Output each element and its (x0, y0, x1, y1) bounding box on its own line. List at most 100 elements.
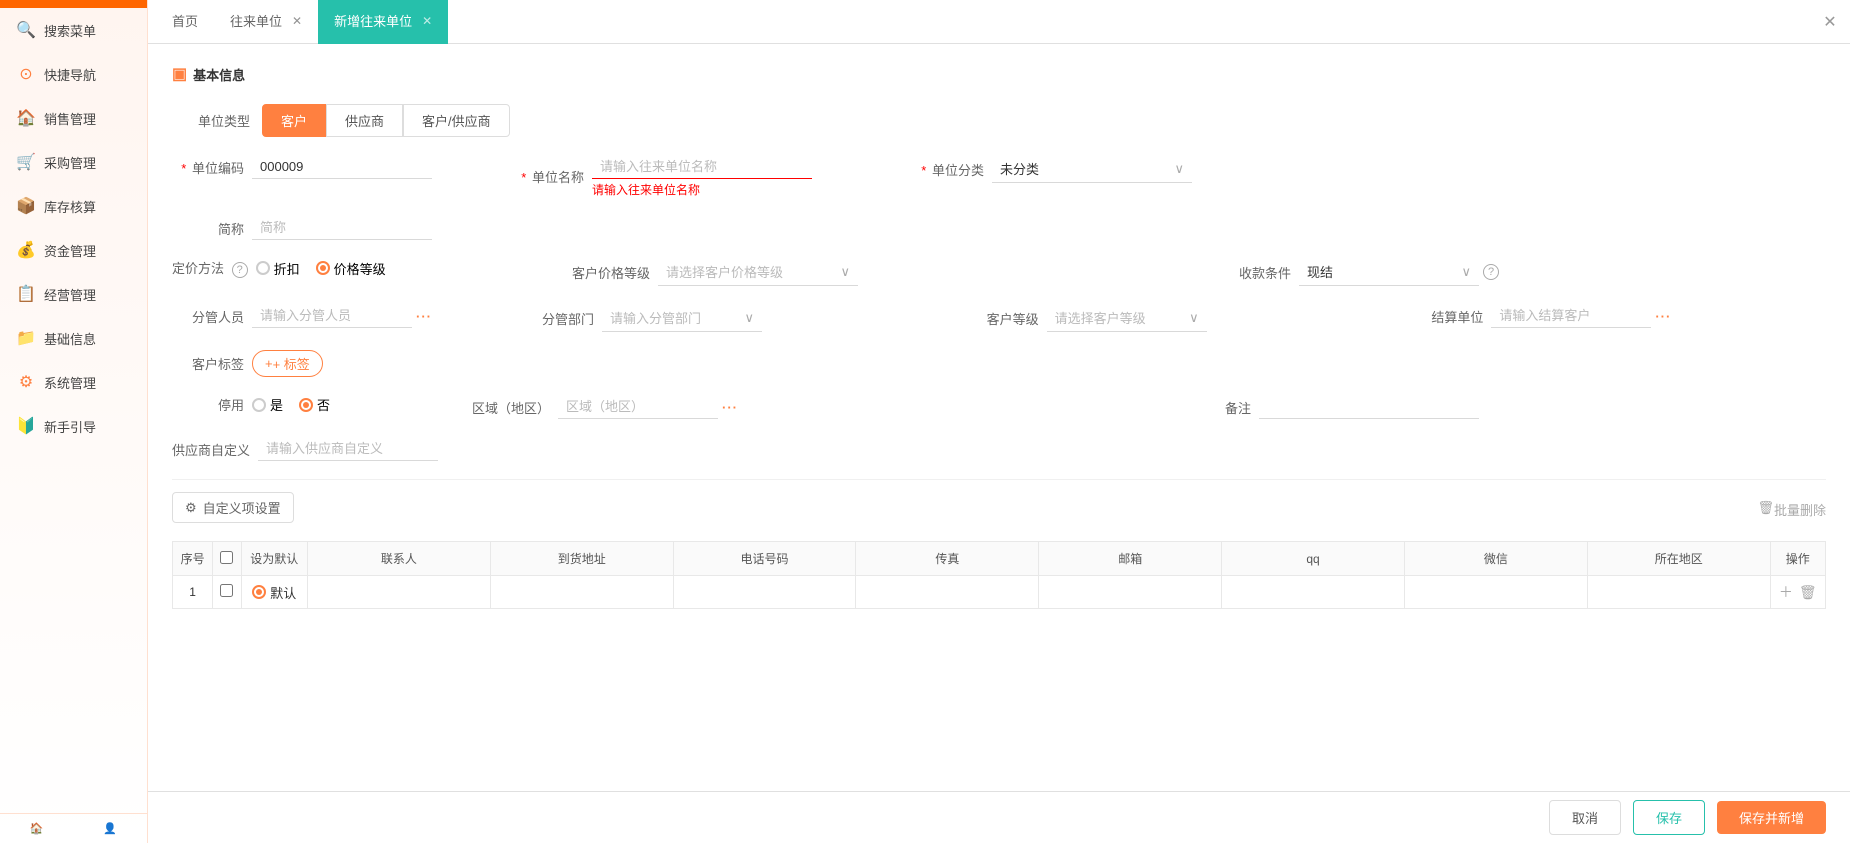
col-seq: 序号 (173, 542, 213, 576)
default-radio-option[interactable]: 默认 (248, 583, 301, 602)
form-row-supplier-custom: 供应商自定义 (172, 437, 1826, 461)
pricing-radio-group: 折扣 价格等级 (256, 259, 386, 278)
unit-name-input[interactable] (592, 155, 812, 179)
tab-new-trade-unit-close[interactable]: ✕ (422, 14, 432, 28)
operations-icon: 📋 (16, 284, 36, 304)
sidebar-item-purchase[interactable]: 🛒 采购管理 (0, 140, 147, 184)
payment-terms-select[interactable]: 现结 ∨ (1299, 258, 1479, 286)
supplier-custom-input[interactable] (258, 437, 438, 461)
region-input[interactable] (558, 395, 718, 419)
remark-input[interactable] (1259, 395, 1479, 419)
sidebar-item-label: 资金管理 (44, 241, 96, 260)
sidebar-bottom: 🏠 👤 (0, 813, 147, 843)
unit-category-select[interactable]: 未分类 ∨ (992, 155, 1192, 183)
settlement-unit-more-btn[interactable]: ··· (1651, 309, 1675, 324)
sidebar-item-search[interactable]: 🔍 搜索菜单 (0, 8, 147, 52)
region-more-btn[interactable]: ··· (718, 400, 742, 415)
select-all-checkbox[interactable] (220, 551, 233, 564)
sidebar-item-operations[interactable]: 📋 经营管理 (0, 272, 147, 316)
footer: 取消 保存 保存并新增 (148, 791, 1850, 843)
disable-field: 停用 是 否 (172, 395, 412, 414)
disable-yes-radio (252, 398, 266, 412)
disable-no-option[interactable]: 否 (299, 395, 330, 414)
customer-level-select[interactable]: 请选择客户等级 ∨ (1047, 304, 1207, 332)
main-area: 首页 往来单位 ✕ 新增往来单位 ✕ ✕ ▣ 基本信息 单位类型 客户 供应商 … (148, 0, 1850, 843)
payment-terms-field: 收款条件 现结 ∨ ? (1219, 258, 1826, 286)
unit-type-customer-btn[interactable]: 客户 (262, 104, 326, 137)
row-checkbox[interactable] (220, 584, 233, 597)
sidebar-item-label: 快捷导航 (44, 65, 96, 84)
settlement-unit-input[interactable] (1491, 304, 1651, 328)
col-default: 设为默认 (241, 542, 307, 576)
dept-select[interactable]: 请输入分管部门 ∨ (602, 304, 762, 332)
gear-icon: ⚙ (185, 500, 197, 516)
address-input[interactable] (497, 585, 667, 599)
tab-home[interactable]: 首页 (156, 0, 214, 44)
col-address: 到货地址 (490, 542, 673, 576)
plus-icon: + (265, 356, 273, 371)
tab-trade-unit[interactable]: 往来单位 ✕ (214, 0, 318, 44)
sidebar-item-label: 基础信息 (44, 329, 96, 348)
sidebar-item-label: 系统管理 (44, 373, 96, 392)
pricing-level-radio (316, 261, 330, 275)
sidebar-item-sales[interactable]: 🏠 销售管理 (0, 96, 147, 140)
sidebar-home-btn[interactable]: 🏠 (30, 822, 44, 835)
wechat-input[interactable] (1411, 585, 1581, 599)
sidebar-item-label: 经营管理 (44, 285, 96, 304)
custom-setting-btn[interactable]: ⚙ 自定义项设置 (172, 492, 294, 523)
add-tag-btn[interactable]: + + 标签 (252, 350, 323, 377)
customer-price-level-select[interactable]: 请选择客户价格等级 ∨ (658, 258, 858, 286)
payment-terms-help-icon[interactable]: ? (1483, 264, 1499, 280)
sales-icon: 🏠 (16, 108, 36, 128)
dept-label: 分管部门 (522, 309, 602, 328)
manager-input[interactable] (252, 304, 412, 328)
manager-label: 分管人员 (172, 307, 252, 326)
payment-terms-label: 收款条件 (1219, 263, 1299, 282)
sidebar-item-basic-info[interactable]: 📁 基础信息 (0, 316, 147, 360)
contact-input[interactable] (314, 585, 484, 599)
remark-field: 备注 (1179, 395, 1826, 419)
sidebar-item-finance[interactable]: 💰 资金管理 (0, 228, 147, 272)
customer-tag-field: 客户标签 + + 标签 (172, 350, 1826, 377)
sidebar-item-label: 搜索菜单 (44, 21, 96, 40)
cell-seq: 1 (173, 576, 213, 609)
sidebar-item-inventory[interactable]: 📦 库存核算 (0, 184, 147, 228)
fax-input[interactable] (862, 585, 1032, 599)
batch-delete-btn[interactable]: 🗑 批量删除 (1757, 500, 1826, 519)
sidebar-user-btn[interactable]: 👤 (103, 822, 117, 835)
sidebar-item-system[interactable]: ⚙ 系统管理 (0, 360, 147, 404)
cell-action: ＋ 🗑 (1770, 576, 1825, 609)
sidebar-item-label: 销售管理 (44, 109, 96, 128)
manager-more-btn[interactable]: ··· (412, 309, 436, 324)
tabs-close-all-btn[interactable]: ✕ (1818, 10, 1842, 34)
unit-type-supplier-btn[interactable]: 供应商 (326, 104, 403, 137)
pricing-level-option[interactable]: 价格等级 (316, 259, 386, 278)
row-del-btn[interactable]: 🗑 (1799, 584, 1817, 601)
sidebar-item-quick-nav[interactable]: ⊙ 快捷导航 (0, 52, 147, 96)
email-input[interactable] (1045, 585, 1215, 599)
disable-yes-option[interactable]: 是 (252, 395, 283, 414)
unit-type-both-btn[interactable]: 客户/供应商 (403, 104, 510, 137)
abbr-input[interactable] (252, 216, 432, 240)
pricing-discount-option[interactable]: 折扣 (256, 259, 300, 278)
phone-input[interactable] (680, 585, 850, 599)
supplier-custom-label: 供应商自定义 (172, 440, 258, 459)
pricing-help-icon[interactable]: ? (232, 262, 248, 278)
tab-trade-unit-close[interactable]: ✕ (292, 14, 302, 28)
cell-default: 默认 (241, 576, 307, 609)
sidebar-item-guide[interactable]: 🔰 新手引导 (0, 404, 147, 448)
region-field-input[interactable] (1594, 585, 1764, 599)
cancel-button[interactable]: 取消 (1549, 800, 1621, 835)
abbr-field: 简称 (172, 216, 472, 240)
tab-new-trade-unit[interactable]: 新增往来单位 ✕ (318, 0, 448, 44)
quick-nav-icon: ⊙ (16, 64, 36, 84)
save-button[interactable]: 保存 (1633, 800, 1705, 835)
payment-terms-chevron: ∨ (1461, 264, 1471, 280)
unit-name-field: * 单位名称 请输入往来单位名称 (512, 155, 872, 198)
qq-input[interactable] (1228, 585, 1398, 599)
unit-code-input[interactable] (252, 155, 432, 179)
save-new-button[interactable]: 保存并新增 (1717, 801, 1826, 834)
customer-level-label: 客户等级 (967, 309, 1047, 328)
col-qq: qq (1222, 542, 1405, 576)
row-add-btn[interactable]: ＋ (1779, 582, 1793, 602)
